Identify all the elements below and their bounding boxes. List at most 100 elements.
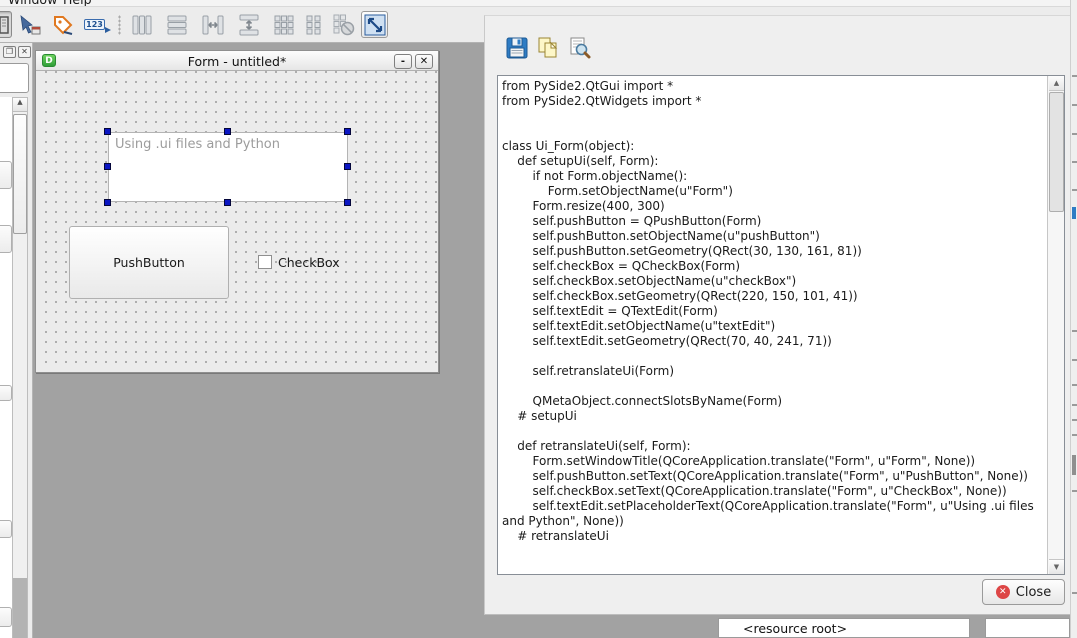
resource-root-item[interactable]: <resource root> xyxy=(743,621,847,636)
code-line: Form.setWindowTitle(QCoreApplication.tra… xyxy=(502,454,1044,469)
textedit-placeholder: Using .ui files and Python xyxy=(115,137,280,152)
form-window-title: Form - untitled* xyxy=(36,54,438,69)
form-window-titlebar[interactable]: D Form - untitled* - ✕ xyxy=(36,51,438,71)
code-line: if not Form.objectName(): xyxy=(502,169,1044,184)
toolbar-separator xyxy=(118,15,121,35)
close-icon: ✕ xyxy=(996,585,1010,599)
dock-float-button[interactable]: ❐ xyxy=(3,46,16,58)
selection-handle-top-center[interactable] xyxy=(224,128,231,135)
right-panel-fragment xyxy=(1070,0,1077,638)
layout-grid-button[interactable] xyxy=(270,11,297,38)
selection-handle-mid-right[interactable] xyxy=(344,163,351,170)
scroll-up-icon[interactable]: ▲ xyxy=(13,98,27,112)
find-icon[interactable] xyxy=(568,36,592,60)
edit-buddies-button[interactable] xyxy=(49,11,76,38)
widget-box-item[interactable] xyxy=(0,520,12,538)
qt-designer-screen: Window Help 123 xyxy=(0,0,1077,638)
scrollbar-thumb[interactable] xyxy=(1049,92,1064,212)
code-view[interactable]: from PySide2.QtGui import *from PySide2.… xyxy=(497,75,1065,575)
code-line: self.textEdit.setGeometry(QRect(70, 40, … xyxy=(502,334,1044,349)
code-line xyxy=(502,424,1044,439)
copy-icon[interactable] xyxy=(536,36,560,60)
code-line: self.checkBox = QCheckBox(Form) xyxy=(502,259,1044,274)
pushbutton-widget[interactable]: PushButton xyxy=(69,226,229,299)
dock-close-button[interactable]: ✕ xyxy=(18,46,31,58)
widget-box-scrollbar[interactable]: ▲ xyxy=(12,97,28,638)
edit-widgets-icon xyxy=(0,14,10,36)
layout-form-button[interactable] xyxy=(300,11,327,38)
layout-horizontally-splitter-button[interactable] xyxy=(199,11,226,38)
adjust-size-button[interactable] xyxy=(361,11,388,38)
code-line: class Ui_Form(object): xyxy=(502,139,1044,154)
code-line: # setupUi xyxy=(502,409,1044,424)
checkbox-widget-label[interactable]: CheckBox xyxy=(278,255,340,270)
widget-box-item[interactable] xyxy=(0,225,12,253)
minimize-button[interactable]: - xyxy=(394,54,412,69)
code-line xyxy=(502,379,1044,394)
form-editor-window: D Form - untitled* - ✕ Using .ui files a… xyxy=(35,50,439,373)
code-line: self.textEdit = QTextEdit(Form) xyxy=(502,304,1044,319)
code-line: self.checkBox.setText(QCoreApplication.t… xyxy=(502,484,1044,499)
widget-box-item[interactable] xyxy=(0,385,12,401)
code-line: self.pushButton.setObjectName(u"pushButt… xyxy=(502,229,1044,244)
code-line xyxy=(502,124,1044,139)
code-line: def setupUi(self, Form): xyxy=(502,154,1044,169)
layout-form-icon xyxy=(302,13,326,37)
selection-handle-top-left[interactable] xyxy=(104,128,111,135)
scrollbar-thumb[interactable] xyxy=(13,114,27,234)
scrollbar-track-lower[interactable] xyxy=(13,578,27,638)
edit-widgets-button[interactable] xyxy=(0,11,12,38)
widget-box-item[interactable] xyxy=(0,161,12,189)
code-line: self.checkBox.setObjectName(u"checkBox") xyxy=(502,274,1044,289)
edit-signals-slots-button[interactable] xyxy=(16,11,43,38)
layout-vertically-button[interactable] xyxy=(163,11,190,38)
save-icon[interactable] xyxy=(505,36,529,60)
widget-box-list[interactable] xyxy=(0,97,12,638)
resource-browser-tree[interactable]: <resource root> xyxy=(718,618,970,638)
scroll-down-icon[interactable]: ▼ xyxy=(1049,559,1064,574)
code-line: Form.resize(400, 300) xyxy=(502,199,1044,214)
layout-horizontally-button[interactable] xyxy=(128,11,155,38)
code-line: from PySide2.QtWidgets import * xyxy=(502,94,1044,109)
checkbox-widget-box[interactable] xyxy=(258,255,272,269)
close-button-label: Close xyxy=(1016,585,1051,600)
code-line: self.textEdit.setObjectName(u"textEdit") xyxy=(502,319,1044,334)
menu-item-window[interactable]: Window xyxy=(8,0,57,7)
widget-box-panel: ❐ ✕ ▲ xyxy=(0,43,33,638)
edit-tab-order-button[interactable]: 123 xyxy=(81,11,108,38)
code-line: self.retranslateUi(Form) xyxy=(502,364,1044,379)
code-preview-dialog: from PySide2.QtGui import *from PySide2.… xyxy=(484,15,1070,615)
adjust-size-icon xyxy=(363,13,387,37)
widget-filter-input[interactable] xyxy=(0,63,29,93)
selection-handle-mid-left[interactable] xyxy=(104,163,111,170)
selection-handle-bottom-center[interactable] xyxy=(224,199,231,206)
menu-item-help[interactable]: Help xyxy=(63,0,92,7)
break-layout-button[interactable] xyxy=(330,11,357,38)
layout-vertically-splitter-button[interactable] xyxy=(235,11,262,38)
code-line: self.pushButton = QPushButton(Form) xyxy=(502,214,1044,229)
form-canvas[interactable]: Using .ui files and Python PushButton Ch… xyxy=(37,71,437,371)
widget-box-item[interactable] xyxy=(0,607,12,627)
code-line: and Python", None)) xyxy=(502,514,1044,529)
resource-browser-preview[interactable] xyxy=(985,618,1070,638)
layout-horizontally-icon xyxy=(130,13,154,37)
code-line: self.pushButton.setText(QCoreApplication… xyxy=(502,469,1044,484)
edit-tab-order-icon: 123 xyxy=(84,19,105,30)
code-line: self.textEdit.setPlaceholderText(QCoreAp… xyxy=(502,499,1044,514)
close-window-button[interactable]: ✕ xyxy=(415,54,433,69)
selection-handle-bottom-left[interactable] xyxy=(104,199,111,206)
code-line: def retranslateUi(self, Form): xyxy=(502,439,1044,454)
selection-handle-bottom-right[interactable] xyxy=(344,199,351,206)
close-button[interactable]: ✕ Close xyxy=(982,579,1065,605)
textedit-widget[interactable]: Using .ui files and Python xyxy=(108,132,348,202)
code-text: from PySide2.QtGui import *from PySide2.… xyxy=(502,79,1044,544)
menu-bar: Window Help xyxy=(0,0,1077,7)
code-line xyxy=(502,109,1044,124)
code-scrollbar[interactable]: ▲ ▼ xyxy=(1047,76,1064,574)
edit-buddies-icon xyxy=(51,13,75,37)
selection-handle-top-right[interactable] xyxy=(344,128,351,135)
code-line xyxy=(502,349,1044,364)
code-line: # retranslateUi xyxy=(502,529,1044,544)
code-line: Form.setObjectName(u"Form") xyxy=(502,184,1044,199)
scroll-up-icon[interactable]: ▲ xyxy=(1049,76,1064,91)
